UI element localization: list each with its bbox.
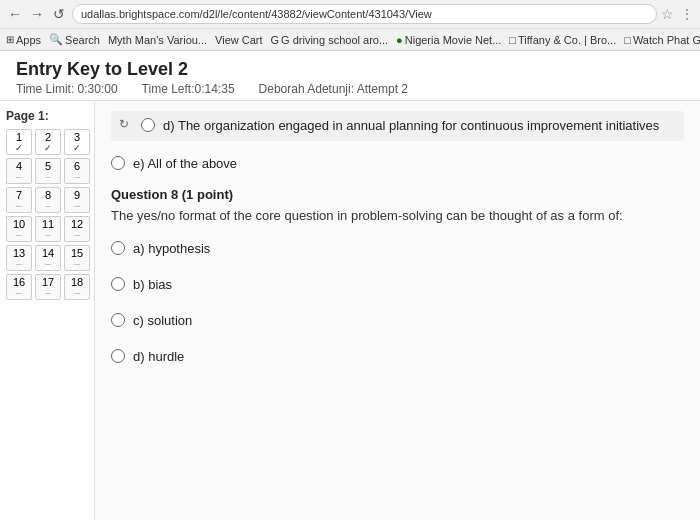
option-e-text: e) All of the above: [133, 155, 237, 173]
content-area: ↻ d) The organization engaged in annual …: [95, 101, 700, 520]
tiffany-icon: □: [509, 34, 516, 46]
bookmark-apps[interactable]: ⊞ Apps: [6, 34, 41, 46]
radio-q8-a[interactable]: [111, 241, 125, 255]
address-bar[interactable]: [72, 4, 657, 24]
refresh-button[interactable]: ↺: [50, 5, 68, 23]
page-num-6[interactable]: 6 --: [64, 158, 90, 184]
page-num-8[interactable]: 8 --: [35, 187, 61, 213]
radio-q8-b[interactable]: [111, 277, 125, 291]
bookmark-cart[interactable]: View Cart: [215, 34, 262, 46]
bookmark-myth[interactable]: Myth Man's Variou...: [108, 34, 207, 46]
driving-icon: G: [271, 34, 280, 46]
nigeria-icon: ●: [396, 34, 403, 46]
page-num-18[interactable]: 18 --: [64, 274, 90, 300]
page-num-1[interactable]: 1 ✓: [6, 129, 32, 155]
page-num-3[interactable]: 3 ✓: [64, 129, 90, 155]
q8-text: The yes/no format of the core question i…: [111, 206, 684, 226]
q8-option-d[interactable]: d) hurdle: [111, 344, 684, 370]
page-meta: Time Limit: 0:30:00 Time Left:0:14:35 De…: [16, 82, 684, 96]
radio-q8-d[interactable]: [111, 349, 125, 363]
apps-icon: ⊞: [6, 34, 14, 45]
bookmark-search[interactable]: 🔍 Search: [49, 33, 100, 46]
bookmark-driving[interactable]: G G driving school aro...: [271, 34, 389, 46]
q8-option-c[interactable]: c) solution: [111, 308, 684, 334]
page-grid: 1 ✓ 2 ✓ 3 ✓ 4 -- 5 --: [6, 129, 88, 300]
page-num-11[interactable]: 11 --: [35, 216, 61, 242]
question-8-block: Question 8 (1 point) The yes/no format o…: [111, 187, 684, 370]
page-header: Entry Key to Level 2 Time Limit: 0:30:00…: [0, 51, 700, 101]
menu-icon[interactable]: ⋮: [680, 6, 694, 22]
q8-option-a-text: a) hypothesis: [133, 240, 210, 258]
page-num-14[interactable]: 14 --: [35, 245, 61, 271]
nav-bar: ← → ↺ ☆ ⋮: [0, 0, 700, 28]
q8-option-b[interactable]: b) bias: [111, 272, 684, 298]
attempt-info: Deborah Adetunji: Attempt 2: [259, 82, 408, 96]
star-icon[interactable]: ☆: [661, 6, 674, 22]
bookmarks-bar: ⊞ Apps 🔍 Search Myth Man's Variou... Vie…: [0, 28, 700, 50]
page-content: Entry Key to Level 2 Time Limit: 0:30:00…: [0, 51, 700, 525]
search-bk-icon: 🔍: [49, 33, 63, 46]
watch-icon: □: [624, 34, 631, 46]
forward-button[interactable]: →: [28, 5, 46, 23]
page-num-9[interactable]: 9 --: [64, 187, 90, 213]
bookmark-nigeria[interactable]: ● Nigeria Movie Net...: [396, 34, 501, 46]
page-num-13[interactable]: 13 --: [6, 245, 32, 271]
page-num-16[interactable]: 16 --: [6, 274, 32, 300]
option-e[interactable]: e) All of the above: [111, 151, 684, 177]
main-area: Page 1: 1 ✓ 2 ✓ 3 ✓ 4 --: [0, 101, 700, 520]
bookmark-tiffany[interactable]: □ Tiffany & Co. | Bro...: [509, 34, 616, 46]
radio-d[interactable]: [141, 118, 155, 132]
page-num-4[interactable]: 4 --: [6, 158, 32, 184]
option-d-text: d) The organization engaged in annual pl…: [163, 117, 659, 135]
sidebar-page-label: Page 1:: [6, 109, 88, 123]
back-button[interactable]: ←: [6, 5, 24, 23]
radio-e[interactable]: [111, 156, 125, 170]
time-left: Time Left:0:14:35: [142, 82, 235, 96]
page-num-10[interactable]: 10 --: [6, 216, 32, 242]
refresh-small-icon: ↻: [119, 117, 129, 131]
q8-option-b-text: b) bias: [133, 276, 172, 294]
q8-title: Question 8 (1 point): [111, 187, 684, 202]
q8-option-a[interactable]: a) hypothesis: [111, 236, 684, 262]
page-title: Entry Key to Level 2: [16, 59, 684, 80]
browser-chrome: ← → ↺ ☆ ⋮ ⊞ Apps 🔍 Search Myth Man's Var…: [0, 0, 700, 51]
page-num-15[interactable]: 15 --: [64, 245, 90, 271]
page-num-5[interactable]: 5 --: [35, 158, 61, 184]
time-limit: Time Limit: 0:30:00: [16, 82, 118, 96]
radio-q8-c[interactable]: [111, 313, 125, 327]
bookmark-watch[interactable]: □ Watch Phat Girlz...: [624, 34, 700, 46]
option-d-highlighted[interactable]: ↻ d) The organization engaged in annual …: [111, 111, 684, 141]
page-num-12[interactable]: 12 --: [64, 216, 90, 242]
page-num-17[interactable]: 17 --: [35, 274, 61, 300]
q8-option-d-text: d) hurdle: [133, 348, 184, 366]
page-num-2[interactable]: 2 ✓: [35, 129, 61, 155]
sidebar: Page 1: 1 ✓ 2 ✓ 3 ✓ 4 --: [0, 101, 95, 520]
page-num-7[interactable]: 7 --: [6, 187, 32, 213]
q8-option-c-text: c) solution: [133, 312, 192, 330]
